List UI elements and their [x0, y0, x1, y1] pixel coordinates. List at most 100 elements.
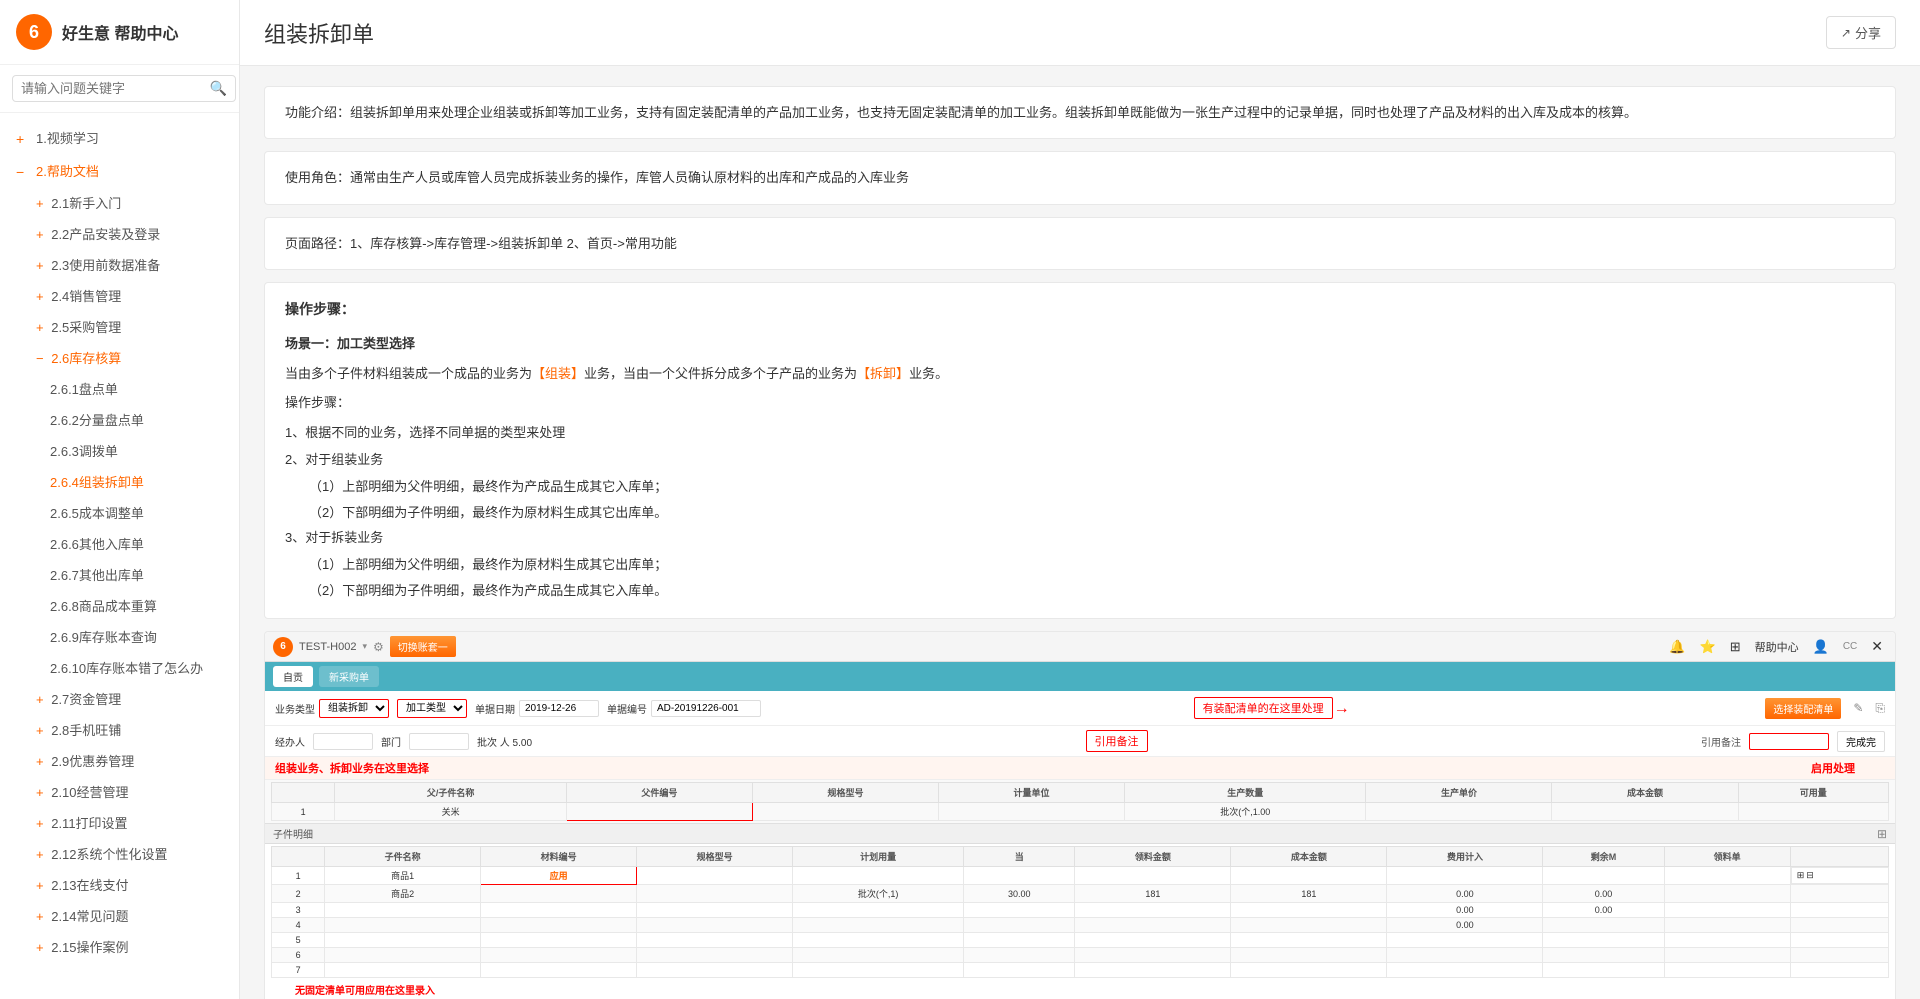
- sidebar-item-docs-263[interactable]: 2.6.3调拨单: [0, 435, 239, 466]
- th-code: 父件编号: [566, 783, 752, 803]
- sidebar-item-docs-210[interactable]: + 2.10经营管理: [0, 776, 239, 807]
- dept-input[interactable]: [409, 733, 469, 750]
- sidebar-item-docs-27[interactable]: + 2.7资金管理: [0, 683, 239, 714]
- annotation-enable: 启用处理: [1811, 760, 1855, 776]
- bottom-table: 子件名称 材料编号 规格型号 计划用量 当 领料金额 成本金额 费用计入 剩余M: [271, 846, 1889, 978]
- switch-account-btn[interactable]: 切换账套一: [390, 636, 456, 657]
- plus-icon-sm: +: [36, 816, 44, 831]
- table-row: 4 0.00: [272, 918, 1889, 933]
- sub-form-row: 经办人 部门 批次 人 5.00 引用备注 引用备注 完成完: [265, 726, 1895, 757]
- date-input[interactable]: [519, 700, 599, 717]
- step-3-sub-2: （2）下部明细为子件明细，最终作为产成品生成其它入库单。: [285, 579, 1875, 602]
- sidebar-item-docs-213[interactable]: + 2.13在线支付: [0, 869, 239, 900]
- select-bom-btn[interactable]: 选择装配清单: [1765, 698, 1841, 719]
- sidebar-item-docs-261[interactable]: 2.6.1盘点单: [0, 373, 239, 404]
- th-avail: 可用量: [1738, 783, 1889, 803]
- top-table: 父/子件名称 父件编号 规格型号 计量单位 生产数量 生产单价 成本金额 可用量: [271, 782, 1889, 821]
- scene1-title: 场景一：加工类型选择: [285, 332, 1875, 355]
- screenshot-wrapper: 6 TEST-H002 ▾ ⚙ 切换账套一 🔔 ⭐ ⊞ 帮助中心 👤 CC ✕: [265, 632, 1895, 999]
- plus-icon-sm: +: [36, 754, 44, 769]
- tab-new-purchase[interactable]: 新采购单: [319, 666, 379, 687]
- type-label: 业务类型: [275, 701, 315, 716]
- sidebar-item-docs-269[interactable]: 2.6.9库存账本查询: [0, 621, 239, 652]
- plus-icon-sm: +: [36, 785, 44, 800]
- sidebar: 6 好生意 帮助中心 🔍 + 1.视频学习 − 2.帮助文档 + 2.1新手入门…: [0, 0, 240, 999]
- sidebar-item-docs-214[interactable]: + 2.14常见问题: [0, 900, 239, 931]
- search-input[interactable]: [12, 75, 236, 102]
- field-type: 业务类型 组装拆卸: [275, 699, 389, 718]
- th-prod-qty: 生产数量: [1125, 783, 1366, 803]
- bottom-section: 子件名称 材料编号 规格型号 计划用量 当 领料金额 成本金额 费用计入 剩余M: [265, 844, 1895, 980]
- sidebar-item-docs[interactable]: − 2.帮助文档: [0, 154, 239, 187]
- sidebar-item-docs-24[interactable]: + 2.4销售管理: [0, 280, 239, 311]
- share-button[interactable]: ↗ 分享: [1826, 16, 1896, 49]
- step-2: 2、对于组装业务: [285, 448, 1875, 471]
- process-type-select[interactable]: 加工类型: [397, 699, 467, 718]
- code-input[interactable]: [651, 700, 761, 717]
- sidebar-item-docs-26[interactable]: − 2.6库存核算: [0, 342, 239, 373]
- step-2-sub-1: （1）上部明细为父件明细，最终作为产成品生成其它入库单；: [285, 475, 1875, 498]
- sidebar-item-video[interactable]: + 1.视频学习: [0, 121, 239, 154]
- sidebar-item-docs-21[interactable]: + 2.1新手入门: [0, 187, 239, 218]
- operations-block: 操作步骤： 场景一：加工类型选择 当由多个子件材料组装成一个成品的业务为【组装】…: [264, 282, 1896, 619]
- user-icon: 👤: [1813, 639, 1829, 655]
- step-3: 3、对于拆装业务: [285, 526, 1875, 549]
- apps-icon: ⊞: [1730, 639, 1741, 655]
- close-icon: ✕: [1871, 638, 1883, 655]
- fake-app: 6 TEST-H002 ▾ ⚙ 切换账套一 🔔 ⭐ ⊞ 帮助中心 👤 CC ✕: [265, 632, 1895, 999]
- top-section-header: 父/子件名称 父件编号 规格型号 计量单位 生产数量 生产单价 成本金额 可用量: [265, 780, 1895, 824]
- step-3-sub-1: （1）上部明细为父件明细，最终作为原材料生成其它出库单；: [285, 553, 1875, 576]
- sidebar-item-docs-29[interactable]: + 2.9优惠券管理: [0, 745, 239, 776]
- plus-icon-sm: +: [36, 878, 44, 893]
- highlight-2: 【拆卸】: [857, 366, 909, 381]
- fake-toolbar: 自贡 新采购单: [265, 662, 1895, 691]
- plus-icon: +: [16, 131, 30, 145]
- th-cost: 成本金额: [1552, 783, 1738, 803]
- sidebar-item-docs-212[interactable]: + 2.12系统个性化设置: [0, 838, 239, 869]
- expand-icon: ⊞: [1877, 827, 1887, 841]
- tab-zg[interactable]: 自贡: [273, 666, 313, 687]
- type-select[interactable]: 组装拆卸: [319, 699, 389, 718]
- step-2-sub-2: （2）下部明细为子件明细，最终作为原材料生成其它出库单。: [285, 501, 1875, 524]
- table-row: 2 商品2 批次(个,1) 30.00 181 181 0.00 0.0: [272, 885, 1889, 903]
- company-name: TEST-H002: [299, 641, 356, 653]
- th-name: 父/子件名称: [335, 783, 567, 803]
- search-icon: 🔍: [210, 80, 227, 96]
- sidebar-item-docs-23[interactable]: + 2.3使用前数据准备: [0, 249, 239, 280]
- gear-icon: ⚙: [373, 640, 384, 654]
- field-code: 单据编号: [607, 700, 761, 717]
- sidebar-item-docs-268[interactable]: 2.6.8商品成本重算: [0, 590, 239, 621]
- plus-icon-sm: +: [36, 723, 44, 738]
- plus-icon-sm: +: [36, 940, 44, 955]
- sidebar-item-docs-266[interactable]: 2.6.6其他入库单: [0, 528, 239, 559]
- page-title: 组装拆卸单: [264, 17, 374, 49]
- sidebar-item-docs-22[interactable]: + 2.2产品安装及登录: [0, 218, 239, 249]
- highlight-1: 【组装】: [532, 366, 584, 381]
- share-icon: ↗: [1841, 26, 1851, 40]
- person-input[interactable]: [313, 733, 373, 750]
- yuyong-input[interactable]: [1749, 733, 1829, 750]
- table-row: 1 商品1 应用: [272, 867, 1889, 885]
- content-area: 功能介绍：组装拆卸单用来处理企业组装或拆卸等加工业务，支持有固定装配清单的产品加…: [240, 66, 1920, 999]
- sidebar-item-docs-264[interactable]: 2.6.4组装拆卸单: [0, 466, 239, 497]
- sidebar-item-docs-265[interactable]: 2.6.5成本调整单: [0, 497, 239, 528]
- step-1: 1、根据不同的业务，选择不同单据的类型来处理: [285, 421, 1875, 444]
- table-row: 6: [272, 948, 1889, 963]
- nav-tree: + 1.视频学习 − 2.帮助文档 + 2.1新手入门 + 2.2产品安装及登录…: [0, 113, 239, 999]
- search-button[interactable]: 🔍: [210, 80, 227, 97]
- sidebar-item-docs-28[interactable]: + 2.8手机旺铺: [0, 714, 239, 745]
- sidebar-item-docs-267[interactable]: 2.6.7其他出库单: [0, 559, 239, 590]
- table-row: 3 0.00 0.00: [272, 903, 1889, 918]
- sidebar-item-docs-25[interactable]: + 2.5采购管理: [0, 311, 239, 342]
- logo-area: 6 好生意 帮助中心: [0, 0, 239, 65]
- confirm-btn[interactable]: 完成完: [1837, 731, 1885, 752]
- sidebar-item-docs-211[interactable]: + 2.11打印设置: [0, 807, 239, 838]
- sidebar-item-docs-2610[interactable]: 2.6.10库存账本错了怎么办: [0, 652, 239, 683]
- sidebar-item-docs-215[interactable]: + 2.15操作案例: [0, 931, 239, 962]
- minus-icon-sm: −: [36, 351, 44, 366]
- plus-icon-sm: +: [36, 227, 44, 242]
- minus-icon: −: [16, 164, 30, 178]
- bottom-section-label: 子件明细 ⊞: [265, 824, 1895, 844]
- star-icon: ⭐: [1700, 639, 1716, 655]
- sidebar-item-docs-262[interactable]: 2.6.2分量盘点单: [0, 404, 239, 435]
